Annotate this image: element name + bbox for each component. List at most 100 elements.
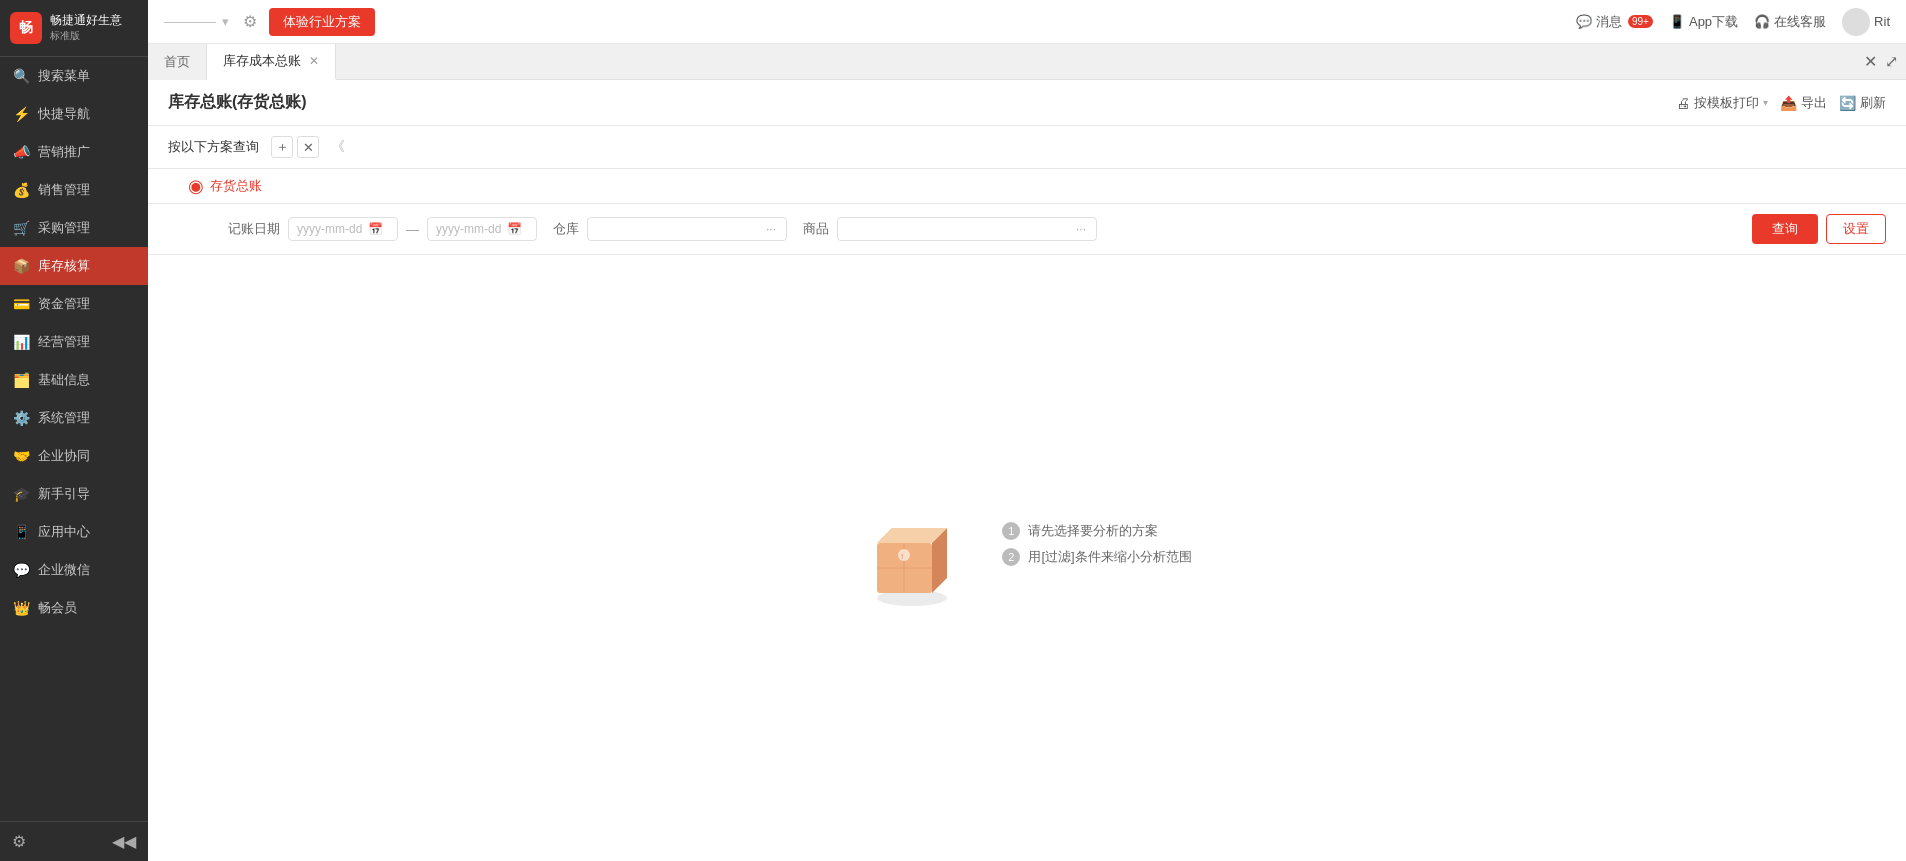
headset-icon: 🎧 (1754, 14, 1770, 29)
date-start-placeholder: yyyy-mm-dd (297, 222, 362, 236)
page-title: 库存总账(存货总账) (168, 92, 307, 113)
tab-home[interactable]: 首页 (148, 44, 207, 80)
marketing-icon: 📣 (12, 143, 30, 161)
message-badge: 99+ (1628, 15, 1653, 28)
sidebar-item-operations[interactable]: 📊 经营管理 (0, 323, 148, 361)
avatar (1842, 8, 1870, 36)
sidebar-item-basic[interactable]: 🗂️ 基础信息 (0, 361, 148, 399)
messages-btn[interactable]: 💬 消息 99+ (1576, 13, 1653, 31)
trial-btn[interactable]: 体验行业方案 (269, 8, 375, 36)
tab-panel-close-icon[interactable]: ✕ (1864, 52, 1877, 71)
sidebar-item-app-center[interactable]: 📱 应用中心 (0, 513, 148, 551)
sidebar-item-inventory[interactable]: 📦 库存核算 (0, 247, 148, 285)
tip-text-1: 请先选择要分析的方案 (1028, 522, 1158, 540)
filter-actions: 查询 设置 (1752, 214, 1886, 244)
warehouse-filter-group: 仓库 ··· (553, 217, 787, 241)
box-svg: ! (862, 498, 962, 608)
topbar-left: ———— ▾ ⚙ 体验行业方案 (164, 8, 1576, 36)
guide-icon: 🎓 (12, 485, 30, 503)
tab-close-icon[interactable]: ✕ (309, 54, 319, 68)
topbar-right: 💬 消息 99+ 📱 App下载 🎧 在线客服 Rit (1576, 8, 1890, 36)
query-btn[interactable]: 查询 (1752, 214, 1818, 244)
sidebar-item-search[interactable]: 🔍 搜索菜单 (0, 57, 148, 95)
goods-more-icon[interactable]: ··· (1076, 222, 1086, 236)
svg-text:!: ! (901, 552, 903, 561)
filter-label: 按以下方案查询 (168, 138, 259, 156)
filter-collapse-icon[interactable]: 《 (331, 138, 345, 156)
goods-filter-group: 商品 ··· (803, 217, 1097, 241)
delete-scheme-btn[interactable]: ✕ (297, 136, 319, 158)
online-service-btn[interactable]: 🎧 在线客服 (1754, 13, 1826, 31)
empty-box-illustration: ! (862, 498, 962, 598)
calendar-start-icon[interactable]: 📅 (368, 222, 383, 236)
settings-icon[interactable]: ⚙ (12, 832, 26, 851)
finance-icon: 💳 (12, 295, 30, 313)
sidebar-item-system[interactable]: ⚙️ 系统管理 (0, 399, 148, 437)
date-start-input[interactable]: yyyy-mm-dd 📅 (288, 217, 398, 241)
date-end-input[interactable]: yyyy-mm-dd 📅 (427, 217, 537, 241)
empty-state: ! 1 请先选择要分析的方案 2 用[过滤]条件来缩小分析范围 (148, 255, 1906, 861)
svg-point-7 (898, 549, 910, 561)
sidebar-item-purchase[interactable]: 🛒 采购管理 (0, 209, 148, 247)
app-logo-text: 畅捷通好生意 标准版 (50, 13, 122, 43)
tab-cost-ledger[interactable]: 库存成本总账 ✕ (207, 44, 336, 80)
sidebar-item-guide[interactable]: 🎓 新手引导 (0, 475, 148, 513)
user-info[interactable]: Rit (1842, 8, 1890, 36)
sidebar-nav: 🔍 搜索菜单 ⚡ 快捷导航 📣 营销推广 💰 销售管理 🛒 采购管理 📦 库存核… (0, 57, 148, 821)
refresh-btn[interactable]: 🔄 刷新 (1839, 94, 1886, 112)
inventory-icon: 📦 (12, 257, 30, 275)
phone-icon: 📱 (1669, 14, 1685, 29)
topbar: ———— ▾ ⚙ 体验行业方案 💬 消息 99+ 📱 App下载 🎧 在线客服 (148, 0, 1906, 44)
sidebar-item-member[interactable]: 👑 畅会员 (0, 589, 148, 627)
filter-row: 记账日期 yyyy-mm-dd 📅 — yyyy-mm-dd 📅 仓库 ··· (148, 204, 1906, 255)
collapse-icon[interactable]: ◀◀ (112, 832, 136, 851)
sidebar-item-finance[interactable]: 💳 资金管理 (0, 285, 148, 323)
set-btn[interactable]: 设置 (1826, 214, 1886, 244)
sidebar: 畅 畅捷通好生意 标准版 🔍 搜索菜单 ⚡ 快捷导航 📣 营销推广 💰 销售管理… (0, 0, 148, 861)
sidebar-item-wechat[interactable]: 💬 企业微信 (0, 551, 148, 589)
page-header: 库存总账(存货总账) 🖨 按模板打印 ▾ 📤 导出 🔄 刷新 (148, 80, 1906, 126)
calendar-end-icon[interactable]: 📅 (507, 222, 522, 236)
export-icon: 📤 (1780, 95, 1797, 111)
app-download-btn[interactable]: 📱 App下载 (1669, 13, 1738, 31)
message-icon: 💬 (1576, 14, 1592, 29)
sidebar-item-quick-nav[interactable]: ⚡ 快捷导航 (0, 95, 148, 133)
empty-tips: 1 请先选择要分析的方案 2 用[过滤]条件来缩小分析范围 (1002, 522, 1191, 574)
goods-input[interactable]: ··· (837, 217, 1097, 241)
scheme-circle-icon: ◉ (188, 175, 204, 197)
main-area: ———— ▾ ⚙ 体验行业方案 💬 消息 99+ 📱 App下载 🎧 在线客服 (148, 0, 1906, 861)
tip-text-2: 用[过滤]条件来缩小分析范围 (1028, 548, 1191, 566)
tabs-bar: 首页 库存成本总账 ✕ ✕ ⤢ (148, 44, 1906, 80)
filter-icons: ＋ ✕ (271, 136, 319, 158)
print-dropdown-icon[interactable]: ▾ (1763, 97, 1768, 108)
sidebar-item-sales[interactable]: 💰 销售管理 (0, 171, 148, 209)
cooperation-icon: 🤝 (12, 447, 30, 465)
date-end-placeholder: yyyy-mm-dd (436, 222, 501, 236)
tip-num-2: 2 (1002, 548, 1020, 566)
sidebar-item-marketing[interactable]: 📣 营销推广 (0, 133, 148, 171)
scheme-label: 存货总账 (210, 177, 262, 195)
empty-tip-2: 2 用[过滤]条件来缩小分析范围 (1002, 548, 1191, 566)
date-filter-group: 记账日期 yyyy-mm-dd 📅 — yyyy-mm-dd 📅 (228, 217, 537, 241)
sidebar-footer: ⚙ ◀◀ (0, 821, 148, 861)
breadcrumb-arrow: ▾ (222, 14, 229, 29)
add-scheme-btn[interactable]: ＋ (271, 136, 293, 158)
print-btn[interactable]: 🖨 按模板打印 ▾ (1676, 94, 1768, 112)
topbar-settings-icon[interactable]: ⚙ (243, 12, 257, 31)
content-area: 库存总账(存货总账) 🖨 按模板打印 ▾ 📤 导出 🔄 刷新 按以下方案查 (148, 80, 1906, 861)
sidebar-item-cooperation[interactable]: 🤝 企业协同 (0, 437, 148, 475)
page-actions: 🖨 按模板打印 ▾ 📤 导出 🔄 刷新 (1676, 94, 1886, 112)
member-icon: 👑 (12, 599, 30, 617)
scheme-item[interactable]: ◉ 存货总账 (188, 175, 262, 197)
quick-nav-icon: ⚡ (12, 105, 30, 123)
scheme-filter: ◉ 存货总账 (148, 169, 1906, 204)
app-logo-icon: 畅 (10, 12, 42, 44)
tab-expand-icon[interactable]: ⤢ (1885, 52, 1898, 71)
export-btn[interactable]: 📤 导出 (1780, 94, 1827, 112)
date-label: 记账日期 (228, 220, 280, 238)
warehouse-input[interactable]: ··· (587, 217, 787, 241)
wechat-icon: 💬 (12, 561, 30, 579)
print-icon: 🖨 (1676, 95, 1690, 111)
empty-tip-1: 1 请先选择要分析的方案 (1002, 522, 1191, 540)
warehouse-more-icon[interactable]: ··· (766, 222, 776, 236)
